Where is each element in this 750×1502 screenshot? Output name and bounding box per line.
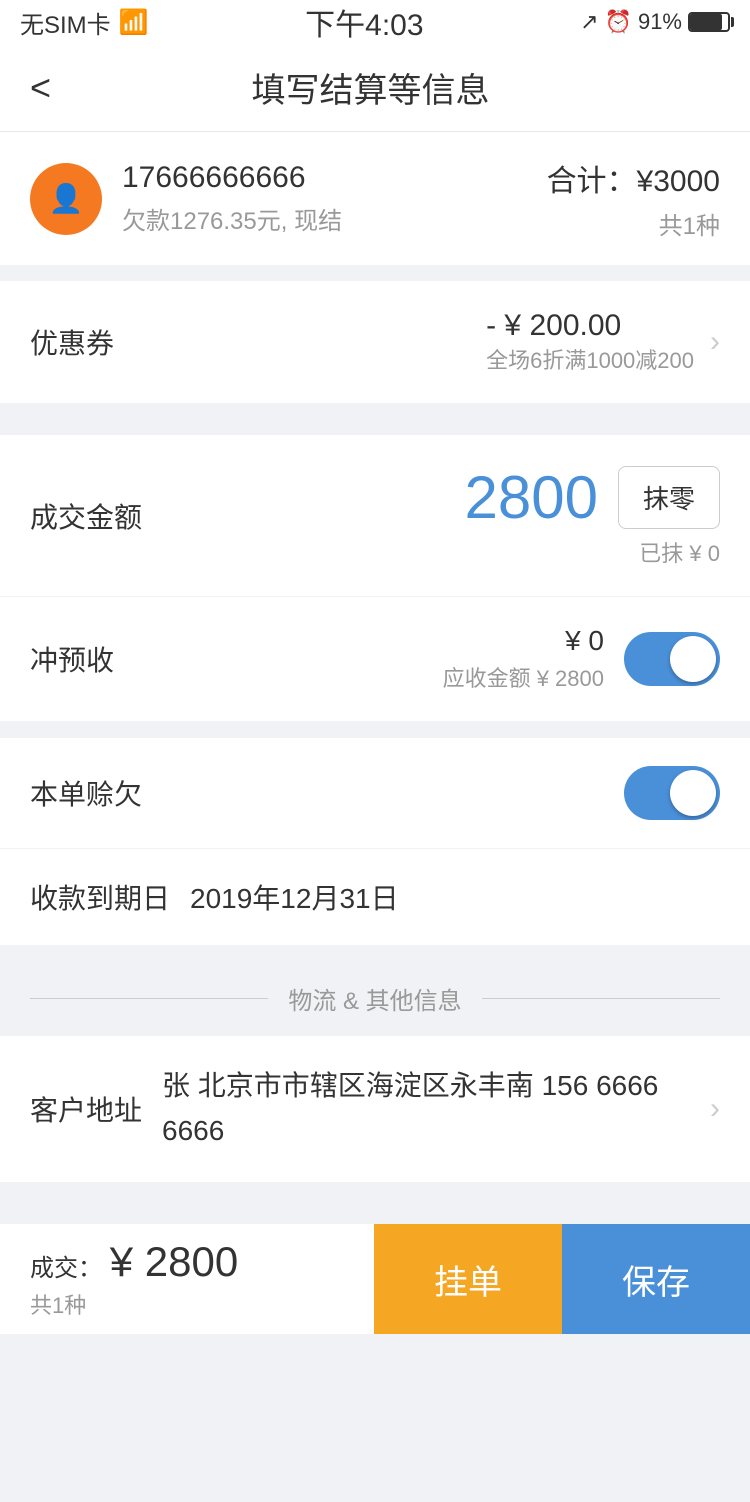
total-count: 共1种	[547, 206, 720, 241]
hold-button[interactable]: 挂单	[374, 1224, 562, 1334]
section-divider-1	[0, 419, 750, 435]
section-divider-3	[0, 945, 750, 961]
customer-info: 17666666666 欠款1276.35元, 现结	[122, 161, 547, 236]
avatar-icon: 👤	[49, 182, 84, 215]
deal-amount-right: 2800 抹零 已抹 ¥ 0	[465, 463, 721, 568]
pre-receive-row: 冲预收 ¥ 0 应收金额 ¥ 2800	[0, 597, 750, 722]
bottom-count: 共1种	[30, 1288, 344, 1320]
section-divider-2	[0, 722, 750, 738]
logistics-header: 物流 & 其他信息	[0, 961, 750, 1036]
bottom-summary: 成交： ¥ 2800 共1种	[0, 1238, 374, 1320]
logistics-label: 物流 & 其他信息	[288, 981, 461, 1016]
address-row[interactable]: 客户地址 张 北京市市辖区海淀区永丰南 156 6666 6666 ›	[0, 1036, 750, 1182]
nav-bar: < 填写结算等信息	[0, 44, 750, 132]
coupon-chevron-icon: ›	[710, 325, 720, 359]
coupon-detail: 全场6折满1000减200	[486, 343, 694, 375]
credit-note-toggle[interactable]	[624, 766, 720, 820]
bottom-bar: 成交： ¥ 2800 共1种 挂单 保存	[0, 1224, 750, 1334]
location-icon: ↗	[580, 9, 598, 35]
address-value: 张 北京市市辖区海淀区永丰南 156 6666 6666	[162, 1064, 690, 1154]
pre-receive-label: 冲预收	[30, 639, 114, 679]
pre-receive-sub: 应收金额 ¥ 2800	[443, 661, 604, 693]
coupon-label: 优惠券	[30, 322, 114, 362]
due-date-value: 2019年12月31日	[190, 877, 399, 917]
pre-receive-right: ¥ 0 应收金额 ¥ 2800	[443, 625, 720, 693]
status-bar: 无SIM卡 📶 下午4:03 ↗ ⏰ 91%	[0, 0, 750, 44]
wifi-icon: 📶	[119, 8, 149, 37]
status-right: ↗ ⏰ 91%	[580, 9, 730, 35]
customer-debt: 欠款1276.35元, 现结	[122, 201, 547, 236]
status-left: 无SIM卡 📶	[20, 5, 149, 40]
customer-phone: 17666666666	[122, 161, 547, 195]
status-time: 下午4:03	[305, 0, 423, 44]
total-amount: 合计：¥3000	[547, 156, 720, 200]
deal-amount-value-area: 2800 抹零	[465, 463, 721, 532]
round-button[interactable]: 抹零	[618, 466, 720, 529]
back-button[interactable]: <	[30, 57, 61, 119]
deal-amount-sub: 已抹 ¥ 0	[465, 536, 721, 568]
address-chevron-icon: ›	[710, 1092, 720, 1126]
customer-row: 👤 17666666666 欠款1276.35元, 现结 合计：¥3000 共1…	[0, 132, 750, 265]
deal-amount-value: 2800	[465, 463, 598, 532]
credit-note-row: 本单赊欠	[0, 738, 750, 849]
address-label: 客户地址	[30, 1089, 142, 1129]
coupon-right: - ¥ 200.00 全场6折满1000减200 ›	[486, 309, 720, 375]
credit-note-label: 本单赊欠	[30, 773, 142, 813]
deal-amount-label: 成交金额	[30, 496, 142, 536]
save-button[interactable]: 保存	[562, 1224, 750, 1334]
bottom-deal-amount: ¥ 2800	[110, 1238, 238, 1285]
battery-icon	[688, 12, 730, 32]
logistics-line-left	[30, 998, 268, 999]
due-date-label: 收款到期日	[30, 877, 170, 917]
due-date-row: 收款到期日 2019年12月31日	[0, 849, 750, 945]
alarm-icon: ⏰	[605, 9, 632, 35]
carrier-text: 无SIM卡	[20, 5, 111, 40]
coupon-discount: - ¥ 200.00	[486, 309, 694, 343]
credit-toggle-knob	[670, 770, 716, 816]
customer-total: 合计：¥3000 共1种	[547, 156, 720, 241]
toggle-knob	[670, 636, 716, 682]
avatar: 👤	[30, 163, 102, 235]
bottom-deal-label: 成交：	[30, 1255, 102, 1282]
pre-receive-amount: ¥ 0	[565, 625, 604, 657]
pre-receive-values: ¥ 0 应收金额 ¥ 2800	[443, 625, 604, 693]
battery-percent: 91%	[638, 9, 682, 35]
page-title: 填写结算等信息	[61, 63, 680, 112]
deal-amount-row: 成交金额 2800 抹零 已抹 ¥ 0	[0, 435, 750, 597]
bottom-deal-row: 成交： ¥ 2800	[30, 1238, 344, 1286]
coupon-value-area: - ¥ 200.00 全场6折满1000减200	[486, 309, 694, 375]
coupon-row[interactable]: 优惠券 - ¥ 200.00 全场6折满1000减200 ›	[0, 281, 750, 403]
pre-receive-toggle[interactable]	[624, 632, 720, 686]
logistics-line-right	[482, 998, 720, 999]
